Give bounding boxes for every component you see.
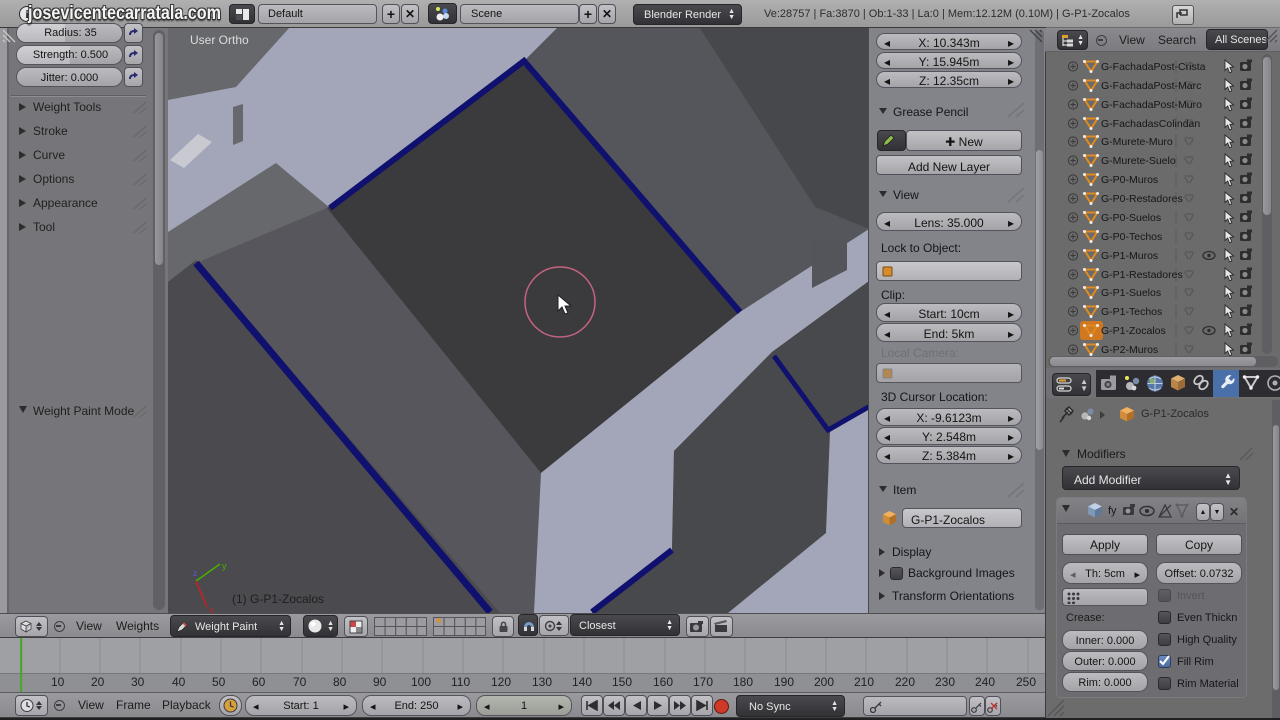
svg-text:x: x (209, 605, 214, 613)
svg-text:y: y (222, 561, 227, 571)
svg-text:(1) G-P1-Zocalos: (1) G-P1-Zocalos (232, 592, 324, 606)
svg-text:z: z (193, 569, 197, 578)
